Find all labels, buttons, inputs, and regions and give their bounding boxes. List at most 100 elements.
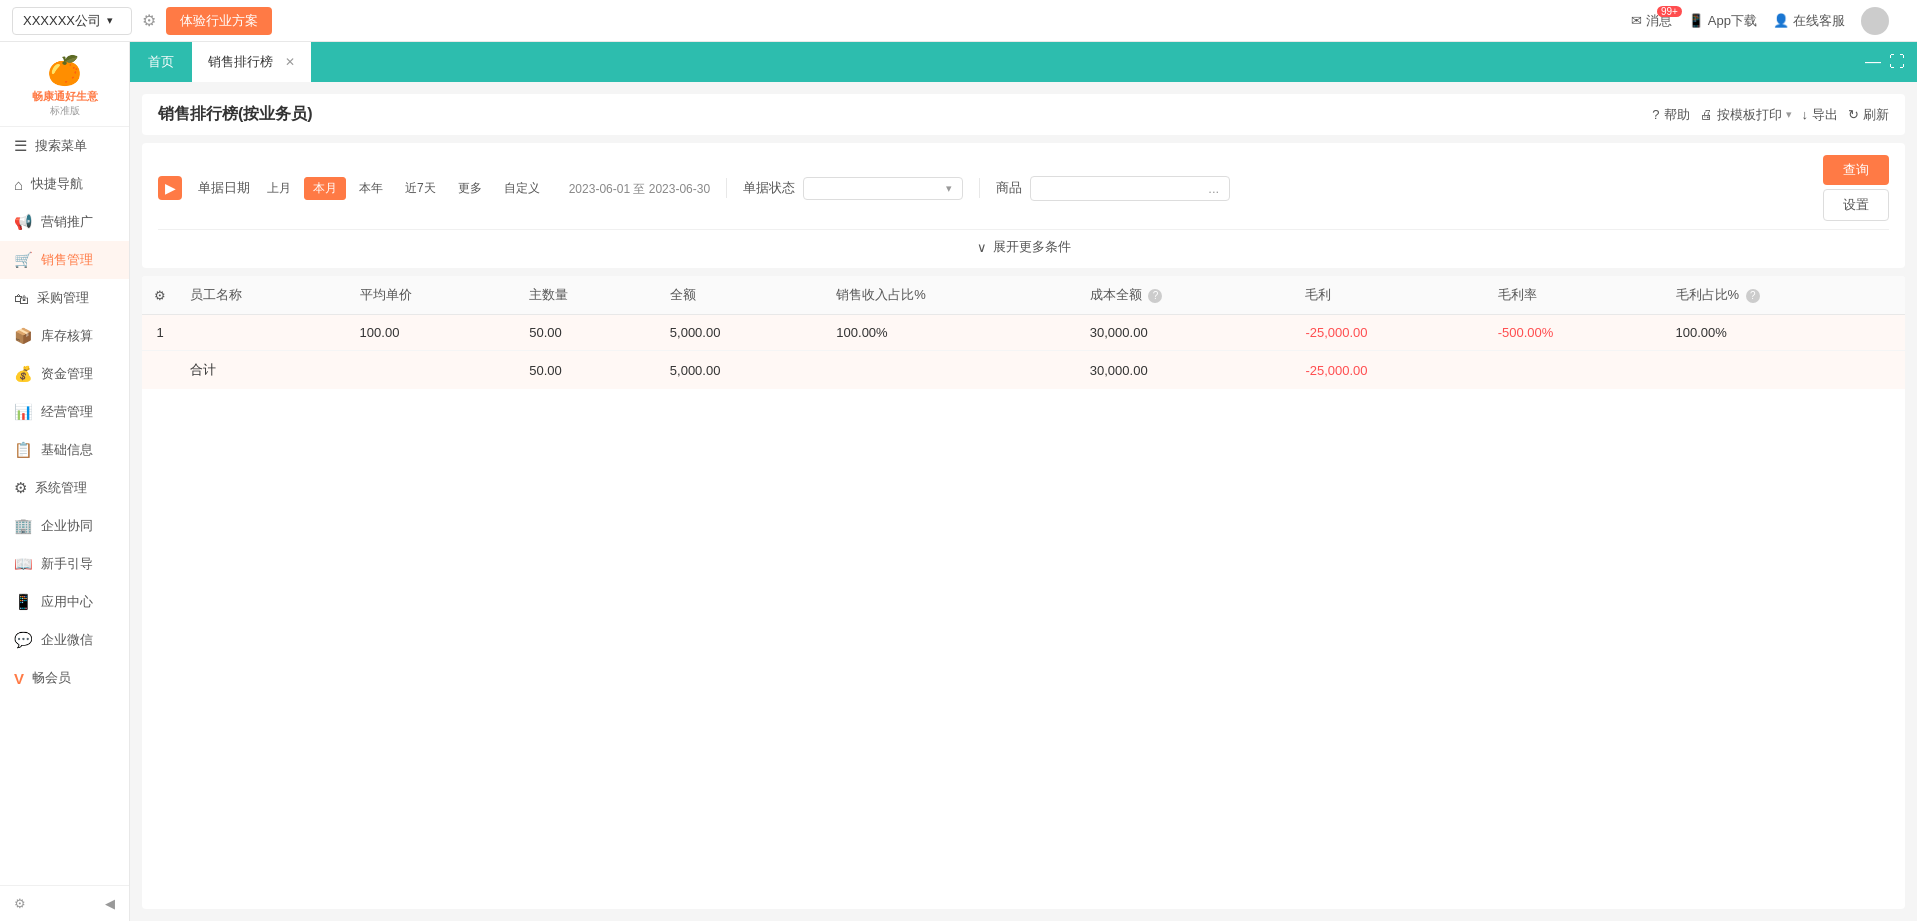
status-select[interactable]: ▾ bbox=[803, 177, 963, 200]
search-menu-icon: ☰ bbox=[14, 137, 27, 155]
message-button[interactable]: ✉ 消息 99+ bbox=[1631, 12, 1672, 30]
data-table: ⚙ 员工名称 平均单价 主数量 全额 销售收入占比% 成本全额 ? 毛利 毛利率 bbox=[142, 276, 1905, 389]
date-tab-last-month[interactable]: 上月 bbox=[258, 177, 300, 200]
goods-label: 商品 bbox=[996, 179, 1022, 197]
sidebar-item-quick-nav[interactable]: ⌂ 快捷导航 bbox=[0, 165, 129, 203]
sidebar-item-wechat[interactable]: 💬 企业微信 bbox=[0, 621, 129, 659]
company-selector[interactable]: XXXXXX公司 ▾ bbox=[12, 7, 132, 35]
sidebar-item-label: 企业微信 bbox=[41, 631, 93, 649]
settings-icon[interactable]: ⚙ bbox=[142, 11, 156, 30]
sidebar-item-marketing[interactable]: 📢 营销推广 bbox=[0, 203, 129, 241]
print-icon: 🖨 bbox=[1700, 107, 1713, 122]
date-tab-this-month[interactable]: 本月 bbox=[304, 177, 346, 200]
table-header-cost: 成本全额 ? bbox=[1078, 276, 1294, 315]
sidebar-item-operation[interactable]: 📊 经营管理 bbox=[0, 393, 129, 431]
template-print-label: 按模板打印 bbox=[1717, 106, 1782, 124]
table-header-amount: 全额 bbox=[658, 276, 825, 315]
table-header-gear[interactable]: ⚙ bbox=[142, 276, 178, 315]
sidebar-item-enterprise[interactable]: 🏢 企业协同 bbox=[0, 507, 129, 545]
sidebar-item-inventory[interactable]: 📦 库存核算 bbox=[0, 317, 129, 355]
tab-bar-actions: — ⛶ bbox=[1853, 53, 1917, 71]
sidebar-item-label: 系统管理 bbox=[35, 479, 87, 497]
cell-amount: 5,000.00 bbox=[658, 315, 825, 351]
cell-main-qty: 50.00 bbox=[517, 315, 658, 351]
filter-toggle-button[interactable]: ▶ bbox=[158, 176, 182, 200]
table-header-profit-pct: 毛利占比% ? bbox=[1664, 276, 1906, 315]
trial-button[interactable]: 体验行业方案 bbox=[166, 7, 272, 35]
print-chevron-icon: ▾ bbox=[1786, 108, 1792, 121]
date-tab-this-year[interactable]: 本年 bbox=[350, 177, 392, 200]
date-tab-custom[interactable]: 自定义 bbox=[495, 177, 549, 200]
sidebar-item-purchase[interactable]: 🛍 采购管理 bbox=[0, 279, 129, 317]
table-header-profit-rate: 毛利率 bbox=[1486, 276, 1664, 315]
tab-close-icon[interactable]: ✕ bbox=[285, 55, 295, 69]
expand-more-button[interactable]: ∨ 展开更多条件 bbox=[158, 229, 1889, 256]
sidebar-item-label: 快捷导航 bbox=[31, 175, 83, 193]
refresh-button[interactable]: ↻ 刷新 bbox=[1848, 106, 1889, 124]
export-button[interactable]: ↓ 导出 bbox=[1802, 106, 1839, 124]
settings-bottom-icon[interactable]: ⚙ bbox=[14, 896, 26, 911]
tab-home[interactable]: 首页 bbox=[130, 42, 192, 82]
export-icon: ↓ bbox=[1802, 107, 1809, 122]
status-filter: 单据状态 ▾ bbox=[743, 177, 963, 200]
cell-rank: 1 bbox=[142, 315, 178, 351]
collapse-icon[interactable]: ◀ bbox=[105, 896, 115, 911]
cell-cost: 30,000.00 bbox=[1078, 315, 1294, 351]
service-icon: 👤 bbox=[1773, 13, 1789, 28]
sidebar-item-label: 库存核算 bbox=[41, 327, 93, 345]
template-print-button[interactable]: 🖨 按模板打印 ▾ bbox=[1700, 106, 1792, 124]
footer-amount: 5,000.00 bbox=[658, 351, 825, 390]
filter-area: ▶ 单据日期 上月 本月 本年 近7天 更多 自定义 bbox=[142, 143, 1905, 268]
sidebar-item-label: 企业协同 bbox=[41, 517, 93, 535]
table-header-profit: 毛利 bbox=[1293, 276, 1485, 315]
sidebar-item-sales[interactable]: 🛒 销售管理 bbox=[0, 241, 129, 279]
help-button[interactable]: ? 帮助 bbox=[1652, 106, 1689, 124]
tab-maximize-button[interactable]: ⛶ bbox=[1889, 53, 1905, 71]
footer-cost: 30,000.00 bbox=[1078, 351, 1294, 390]
date-tab-7days[interactable]: 近7天 bbox=[396, 177, 445, 200]
top-right-actions: ✉ 消息 99+ 📱 App下载 👤 在线客服 bbox=[1631, 7, 1905, 35]
goods-more-icon[interactable]: ... bbox=[1208, 181, 1219, 196]
sidebar-bottom: ⚙ ◀ bbox=[0, 885, 129, 921]
avatar[interactable] bbox=[1861, 7, 1889, 35]
table-header-row: ⚙ 员工名称 平均单价 主数量 全额 销售收入占比% 成本全额 ? 毛利 毛利率 bbox=[142, 276, 1905, 315]
settings-button[interactable]: 设置 bbox=[1823, 189, 1889, 221]
profit-pct-tooltip-icon[interactable]: ? bbox=[1746, 289, 1760, 303]
cell-avg-price: 100.00 bbox=[348, 315, 518, 351]
online-service-button[interactable]: 👤 在线客服 bbox=[1773, 12, 1845, 30]
export-label: 导出 bbox=[1812, 106, 1838, 124]
date-filter: 单据日期 上月 本月 本年 近7天 更多 自定义 bbox=[198, 177, 549, 200]
goods-input[interactable]: ... bbox=[1030, 176, 1230, 201]
tab-sales-rank[interactable]: 销售排行榜 ✕ bbox=[192, 42, 311, 82]
footer-label: 合计 bbox=[178, 351, 348, 390]
sidebar-item-guide[interactable]: 📖 新手引导 bbox=[0, 545, 129, 583]
page-header: 销售排行榜(按业务员) ? 帮助 🖨 按模板打印 ▾ ↓ 导出 bbox=[142, 94, 1905, 135]
sidebar: 🍊 畅康通好生意 标准版 ☰ 搜索菜单 ⌂ 快捷导航 📢 营销推广 🛒 销售管理… bbox=[0, 42, 130, 921]
home-icon: ⌂ bbox=[14, 176, 23, 193]
sidebar-item-system[interactable]: ⚙ 系统管理 bbox=[0, 469, 129, 507]
sidebar-item-label: 搜索菜单 bbox=[35, 137, 87, 155]
sidebar-item-label: 畅会员 bbox=[32, 669, 71, 687]
sidebar-item-member[interactable]: V 畅会员 bbox=[0, 659, 129, 697]
app-download-button[interactable]: 📱 App下载 bbox=[1688, 12, 1757, 30]
logo-icon: 🍊 bbox=[47, 54, 82, 87]
query-button[interactable]: 查询 bbox=[1823, 155, 1889, 185]
top-bar: XXXXXX公司 ▾ ⚙ 体验行业方案 ✉ 消息 99+ 📱 App下载 👤 在… bbox=[0, 0, 1917, 42]
refresh-label: 刷新 bbox=[1863, 106, 1889, 124]
table-header-avg-price: 平均单价 bbox=[348, 276, 518, 315]
sidebar-item-finance[interactable]: 💰 资金管理 bbox=[0, 355, 129, 393]
sidebar-item-search[interactable]: ☰ 搜索菜单 bbox=[0, 127, 129, 165]
filter-row: ▶ 单据日期 上月 本月 本年 近7天 更多 自定义 bbox=[158, 155, 1889, 221]
content-area: 首页 销售排行榜 ✕ — ⛶ 销售排行榜(按业务员) ? 帮助 bbox=[130, 42, 1917, 921]
tab-minimize-button[interactable]: — bbox=[1865, 53, 1881, 71]
status-label: 单据状态 bbox=[743, 179, 795, 197]
sidebar-logo: 🍊 畅康通好生意 标准版 bbox=[0, 42, 129, 127]
cost-tooltip-icon[interactable]: ? bbox=[1148, 289, 1162, 303]
sidebar-item-label: 销售管理 bbox=[41, 251, 93, 269]
sidebar-item-app-center[interactable]: 📱 应用中心 bbox=[0, 583, 129, 621]
sidebar-item-label: 应用中心 bbox=[41, 593, 93, 611]
app-center-icon: 📱 bbox=[14, 593, 33, 611]
sidebar-item-basic[interactable]: 📋 基础信息 bbox=[0, 431, 129, 469]
date-tab-more[interactable]: 更多 bbox=[449, 177, 491, 200]
date-range-text: 2023-06-01 至 2023-06-30 bbox=[569, 181, 710, 198]
